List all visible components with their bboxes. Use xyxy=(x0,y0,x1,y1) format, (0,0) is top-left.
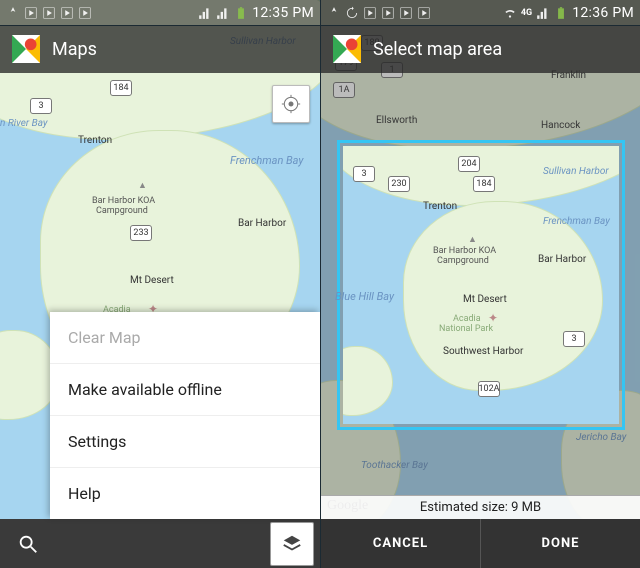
clock: 12:36 PM xyxy=(572,5,634,21)
label-mtdesert2: Mt Desert xyxy=(463,294,507,305)
route-shield: 233 xyxy=(130,225,152,241)
search-button[interactable] xyxy=(6,522,50,566)
play-icon xyxy=(60,6,74,20)
route-shield: 3 xyxy=(353,166,375,182)
route-shield: 204 xyxy=(458,156,480,172)
route-shield: 3 xyxy=(563,331,585,347)
right-pane: Franklin Ellsworth Hancock Blue Hill Bay… xyxy=(320,0,640,568)
label-hancock: Hancock xyxy=(541,120,580,131)
signal-icon xyxy=(536,6,550,20)
route-shield: 3 xyxy=(30,98,52,114)
menu-clear-map: Clear Map xyxy=(50,312,320,363)
app-title: Maps xyxy=(52,39,97,60)
label-ellsworth: Ellsworth xyxy=(376,115,417,126)
label-sullivan2: Sullivan Harbor xyxy=(543,166,609,177)
overflow-menu: Clear Map Make available offline Setting… xyxy=(50,312,320,519)
route-shield: 102A xyxy=(478,381,500,397)
play-icon xyxy=(417,6,431,20)
route-shield: 184 xyxy=(473,176,495,192)
nav-icon xyxy=(327,6,341,20)
app-title: Select map area xyxy=(373,39,502,60)
label-riverbay: n River Bay xyxy=(0,118,48,129)
campsite-icon: ▲ xyxy=(468,234,477,245)
label-trenton: Trenton xyxy=(78,135,112,146)
selection-box[interactable]: Sullivan Harbor Trenton Frenchman Bay Ba… xyxy=(337,140,625,430)
estimated-size-bar: Estimated size: 9 MB xyxy=(321,495,640,519)
maps-app-icon[interactable] xyxy=(331,33,363,65)
route-shield: 184 xyxy=(110,80,132,96)
label-koa: Bar Harbor KOA xyxy=(92,196,155,206)
play-icon xyxy=(24,6,38,20)
battery-icon xyxy=(554,6,568,20)
park-star-icon: ✦ xyxy=(488,311,498,325)
route-shield: 1A xyxy=(333,82,355,98)
campsite-icon: ▲ xyxy=(138,180,147,191)
app-bar: Select map area xyxy=(321,25,640,73)
label-mtdesert: Mt Desert xyxy=(130,275,174,286)
my-location-button[interactable] xyxy=(272,85,310,123)
play-icon xyxy=(78,6,92,20)
clock: 12:35 PM xyxy=(252,5,314,21)
play-icon xyxy=(42,6,56,20)
play-icon xyxy=(363,6,377,20)
network-label: 4G xyxy=(521,8,532,18)
cancel-button[interactable]: CANCEL xyxy=(321,519,480,568)
label-barharbor2: Bar Harbor xyxy=(538,254,586,265)
play-icon xyxy=(399,6,413,20)
left-pane: n River Bay Sullivan Harbor Frenchman Ba… xyxy=(0,0,320,568)
done-button[interactable]: DONE xyxy=(480,519,640,568)
battery-icon xyxy=(234,6,248,20)
bottom-toolbar xyxy=(0,519,320,568)
action-bar: CANCEL DONE xyxy=(321,519,640,568)
label-acadia3: Acadia xyxy=(453,314,481,324)
label-toothacker: Toothacker Bay xyxy=(361,460,428,471)
app-bar: Maps xyxy=(0,25,320,73)
status-bar: 12:35 PM xyxy=(0,0,320,25)
signal-icon xyxy=(216,6,230,20)
rotate-icon xyxy=(345,6,359,20)
route-shield: 230 xyxy=(388,176,410,192)
label-swh2: Southwest Harbor xyxy=(443,346,523,357)
label-koa3: Bar Harbor KOA xyxy=(433,246,496,256)
maps-app-icon[interactable] xyxy=(10,33,42,65)
label-trenton2: Trenton xyxy=(423,201,457,212)
play-icon xyxy=(381,6,395,20)
label-bluehill: Blue Hill Bay xyxy=(335,290,394,303)
status-bar: 4G 12:36 PM xyxy=(321,0,640,25)
label-acadia4: National Park xyxy=(439,324,493,334)
label-frenchman2: Frenchman Bay xyxy=(543,216,610,227)
label-barharbor: Bar Harbor xyxy=(238,218,286,229)
signal-icon xyxy=(198,6,212,20)
label-koa2: Campground xyxy=(96,206,148,216)
layers-button[interactable] xyxy=(270,522,314,566)
menu-settings[interactable]: Settings xyxy=(50,415,320,467)
menu-make-offline[interactable]: Make available offline xyxy=(50,363,320,415)
selection-map: Sullivan Harbor Trenton Frenchman Bay Ba… xyxy=(343,146,619,424)
nav-icon xyxy=(6,6,20,20)
wifi-icon xyxy=(503,6,517,20)
label-koa4: Campground xyxy=(437,256,489,266)
label-frenchman: Frenchman Bay xyxy=(230,154,303,167)
estimated-size-text: Estimated size: 9 MB xyxy=(420,500,541,515)
label-jericho: Jericho Bay xyxy=(576,432,626,443)
menu-help[interactable]: Help xyxy=(50,467,320,519)
